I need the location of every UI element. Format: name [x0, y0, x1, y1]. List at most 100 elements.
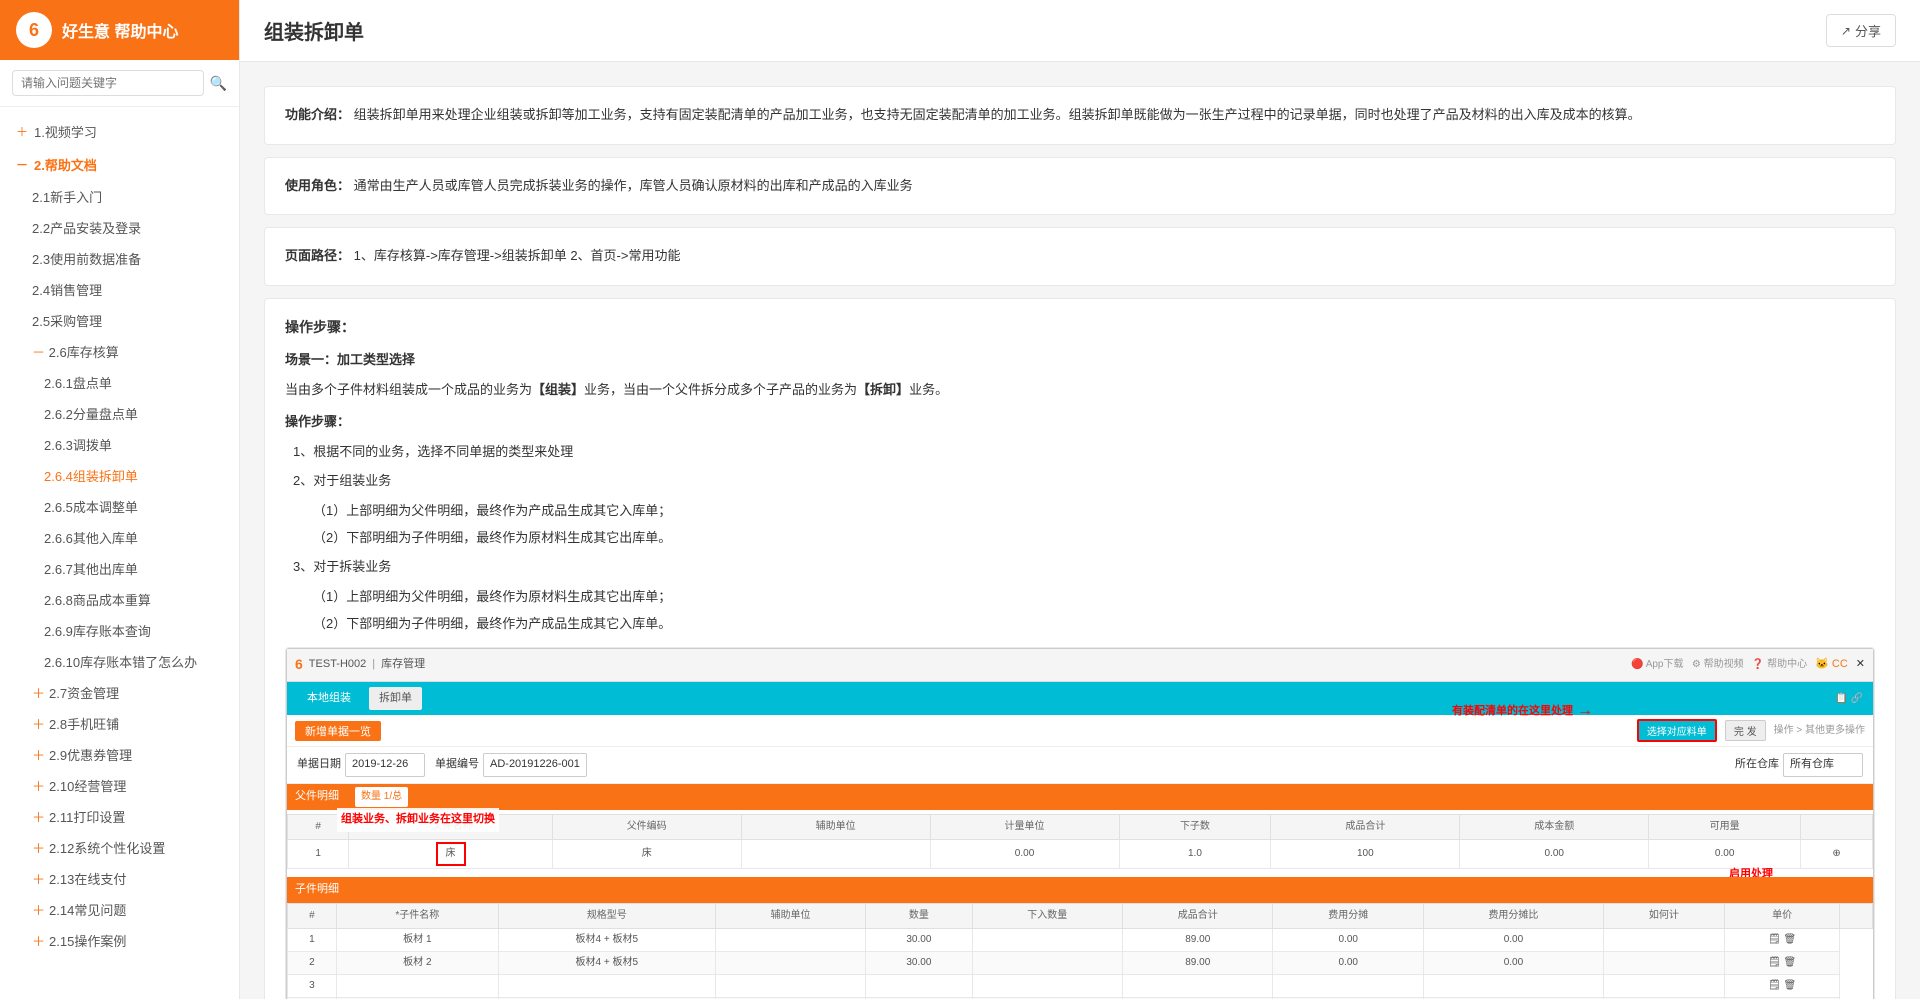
sidebar-item-print[interactable]: ＋2.11打印设置 [0, 801, 239, 832]
search-box: 🔍 [0, 60, 239, 107]
arrow-icon: → [1577, 697, 1593, 726]
intro-card: 功能介绍： 组装拆卸单用来处理企业组装或拆卸等加工业务，支持有固定装配清单的产品… [264, 86, 1896, 145]
sim-date-val: 2019-12-26 [345, 753, 425, 777]
annotation1-container: 有装配清单的在这里处理 → [1452, 697, 1593, 726]
th-cost: 成本金额 [1460, 815, 1649, 840]
search-icon[interactable]: 🔍 [210, 75, 227, 92]
screenshot: 6 TEST-H002 | 库存管理 🔴 App下载 ⚙ 帮助视频 ❓ 帮助中心… [286, 648, 1874, 999]
sidebar-item-cases[interactable]: ＋2.15操作案例 [0, 925, 239, 956]
role-text: 通常由生产人员或库管人员完成拆装业务的操作，库管人员确认原材料的出库和产成品的入… [354, 178, 913, 193]
sidebar-item-assembly[interactable]: 2.6.4组装拆卸单 [0, 460, 239, 491]
sim-no-val: AD-20191226-001 [483, 753, 587, 777]
sidebar-item-other-out[interactable]: 2.6.7其他出库单 [0, 553, 239, 584]
sidebar-item-system[interactable]: ＋2.12系统个性化设置 [0, 832, 239, 863]
table-row: 1 板材 1 板材4 + 板材5 30.00 89.00 0.00 0.00 [288, 929, 1873, 952]
sim-apps: 🔴 App下载 ⚙ 帮助视频 ❓ 帮助中心 [1631, 656, 1807, 674]
path-text: 1、库存核算->库存管理->组装拆卸单 2、首页->常用功能 [354, 248, 681, 263]
sidebar-item-install[interactable]: 2.2产品安装及登录 [0, 212, 239, 243]
step3-sub2: （2）下部明细为子件明细，最终作为产成品生成其它入库单。 [313, 612, 1875, 635]
table-row: 3 🗒 🗑 [288, 975, 1873, 998]
steps-card: 操作步骤： 场景一：加工类型选择 当由多个子件材料组装成一个成品的业务为【组装】… [264, 298, 1896, 999]
sim-close-icon: ✕ [1856, 655, 1865, 675]
bth-no: # [288, 904, 337, 929]
sidebar-item-sales[interactable]: 2.4销售管理 [0, 274, 239, 305]
sidebar-item-account-error[interactable]: 2.6.10库存账本错了怎么办 [0, 646, 239, 677]
sidebar-item-video[interactable]: ＋ 1.视频学习 [0, 115, 239, 148]
sim-section-header: 父件明细 数量 1/总 [287, 784, 1873, 810]
step2-sub2: （2）下部明细为子件明细，最终作为原材料生成其它出库单。 [313, 526, 1875, 549]
td-cost-val: 0.00 [1460, 840, 1649, 869]
sim-save-btn[interactable]: 完 发 [1725, 720, 1766, 741]
sidebar-item-partial[interactable]: 2.6.2分量盘点单 [0, 398, 239, 429]
bth-cost-ratio: 费用分摊比 [1423, 904, 1603, 929]
bth-how: 如何计 [1603, 904, 1724, 929]
page-title: 组装拆卸单 [264, 16, 364, 45]
td-available-val: 0.00 [1649, 840, 1801, 869]
step3: 3、对于拆装业务 [293, 555, 1875, 578]
bth-cost-alloc: 费用分摊 [1273, 904, 1423, 929]
intro-label: 功能介绍： [285, 107, 350, 122]
sim-topbar-nav: 库存管理 [381, 655, 425, 675]
sim-select-btn[interactable]: 选择对应料单 [1637, 719, 1717, 742]
bth-in-qty: 下入数量 [972, 904, 1122, 929]
sidebar-item-inventory[interactable]: － 2.6库存核算 [0, 336, 239, 367]
intro-text: 组装拆卸单用来处理企业组装或拆卸等加工业务，支持有固定装配清单的产品加工业务，也… [354, 107, 1641, 122]
td-unit-val: 0.00 [930, 840, 1119, 869]
sidebar-item-fund[interactable]: ＋2.7资金管理 [0, 677, 239, 708]
sidebar-item-other-in[interactable]: 2.6.6其他入库单 [0, 522, 239, 553]
logo-icon: 6 [16, 12, 52, 48]
sidebar-item-online-pay[interactable]: ＋2.13在线支付 [0, 863, 239, 894]
app-title: 好生意 帮助中心 [62, 18, 178, 42]
sim-icons: 📋 🔗 [1835, 690, 1863, 708]
sidebar-item-mobile[interactable]: ＋2.8手机旺铺 [0, 708, 239, 739]
steps-list: 1、根据不同的业务，选择不同单据的类型来处理 2、对于组装业务 （1）上部明细为… [293, 440, 1875, 636]
content-area: 功能介绍： 组装拆卸单用来处理企业组装或拆卸等加工业务，支持有固定装配清单的产品… [240, 62, 1920, 999]
plus-icon: ＋ [16, 123, 28, 140]
nav-list: ＋ 1.视频学习 － 2.帮助文档 2.1新手入门 2.2产品安装及登录 2.3… [0, 107, 239, 999]
share-button[interactable]: ↗ 分享 [1826, 14, 1896, 47]
step3-sub1: （1）上部明细为父件明细，最终作为原材料生成其它出库单； [313, 585, 1875, 608]
role-label: 使用角色： [285, 178, 350, 193]
sim-child-header: 子件明细 [287, 877, 1873, 903]
sidebar-item-cost[interactable]: 2.6.5成本调整单 [0, 491, 239, 522]
td-name: 床 [349, 840, 552, 869]
bth-child-name: *子件名称 [336, 904, 498, 929]
sim-no-field: 单据编号 AD-20191226-001 [435, 753, 587, 777]
sidebar-item-stocktake[interactable]: 2.6.1盘点单 [0, 367, 239, 398]
sim-more: 操作 > 其他更多操作 [1774, 722, 1865, 740]
search-input[interactable] [12, 70, 204, 96]
main-content: 组装拆卸单 ↗ 分享 功能介绍： 组装拆卸单用来处理企业组装或拆卸等加工业务，支… [240, 0, 1920, 999]
step2-sub1: （1）上部明细为父件明细，最终作为产成品生成其它入库单； [313, 499, 1875, 522]
sidebar-item-stock-check[interactable]: 2.6.9库存账本查询 [0, 615, 239, 646]
th-available: 可用量 [1649, 815, 1801, 840]
td-code: 床 [552, 840, 741, 869]
sidebar-header: 6 好生意 帮助中心 [0, 0, 239, 60]
sim-date-field: 单据日期 2019-12-26 [297, 753, 425, 777]
sidebar: 6 好生意 帮助中心 🔍 ＋ 1.视频学习 － 2.帮助文档 2.1新手入门 2… [0, 0, 240, 999]
bth-price: 单价 [1724, 904, 1840, 929]
sidebar-item-new[interactable]: 2.1新手入门 [0, 181, 239, 212]
sidebar-item-operations[interactable]: ＋2.10经营管理 [0, 770, 239, 801]
sim-logo: 6 [295, 652, 303, 677]
sim-top-table: # *父件名称 父件编码 辅助单位 计量单位 下子数 成品合计 成本金额 可用量 [287, 814, 1873, 869]
sidebar-item-coupon[interactable]: ＋2.9优惠券管理 [0, 739, 239, 770]
sidebar-item-transfer[interactable]: 2.6.3调拨单 [0, 429, 239, 460]
screenshot-container: 6 TEST-H002 | 库存管理 🔴 App下载 ⚙ 帮助视频 ❓ 帮助中心… [285, 647, 1875, 999]
share-icon: ↗ [1841, 24, 1851, 38]
path-card: 页面路径： 1、库存核算->库存管理->组装拆卸单 2、首页->常用功能 [264, 227, 1896, 286]
sim-form-area: 单据日期 2019-12-26 单据编号 AD-20191226-001 所在仓… [287, 747, 1873, 784]
table-row: 2 板材 2 板材4 + 板材5 30.00 89.00 0.00 0.00 [288, 952, 1873, 975]
sidebar-item-faq[interactable]: ＋2.14常见问题 [0, 894, 239, 925]
sim-new-btn[interactable]: 新增单据一览 [295, 721, 381, 741]
sim-date-label: 单据日期 [297, 755, 341, 775]
table-row: 1 床 床 0.00 1.0 100 0.00 [288, 840, 1873, 869]
th-unit: 计量单位 [930, 815, 1119, 840]
sidebar-item-docs[interactable]: － 2.帮助文档 [0, 148, 239, 181]
sidebar-item-purchase[interactable]: 2.5采购管理 [0, 305, 239, 336]
path-label: 页面路径： [285, 248, 350, 263]
sidebar-item-prepare[interactable]: 2.3使用前数据准备 [0, 243, 239, 274]
sim-tab2[interactable]: 拆卸单 [369, 687, 422, 711]
sidebar-item-product-cost[interactable]: 2.6.8商品成本重算 [0, 584, 239, 615]
sim-tab-active[interactable]: 本地组装 [297, 687, 361, 711]
sim-warehouse-field: 所在仓库 所有仓库 [1735, 753, 1863, 777]
